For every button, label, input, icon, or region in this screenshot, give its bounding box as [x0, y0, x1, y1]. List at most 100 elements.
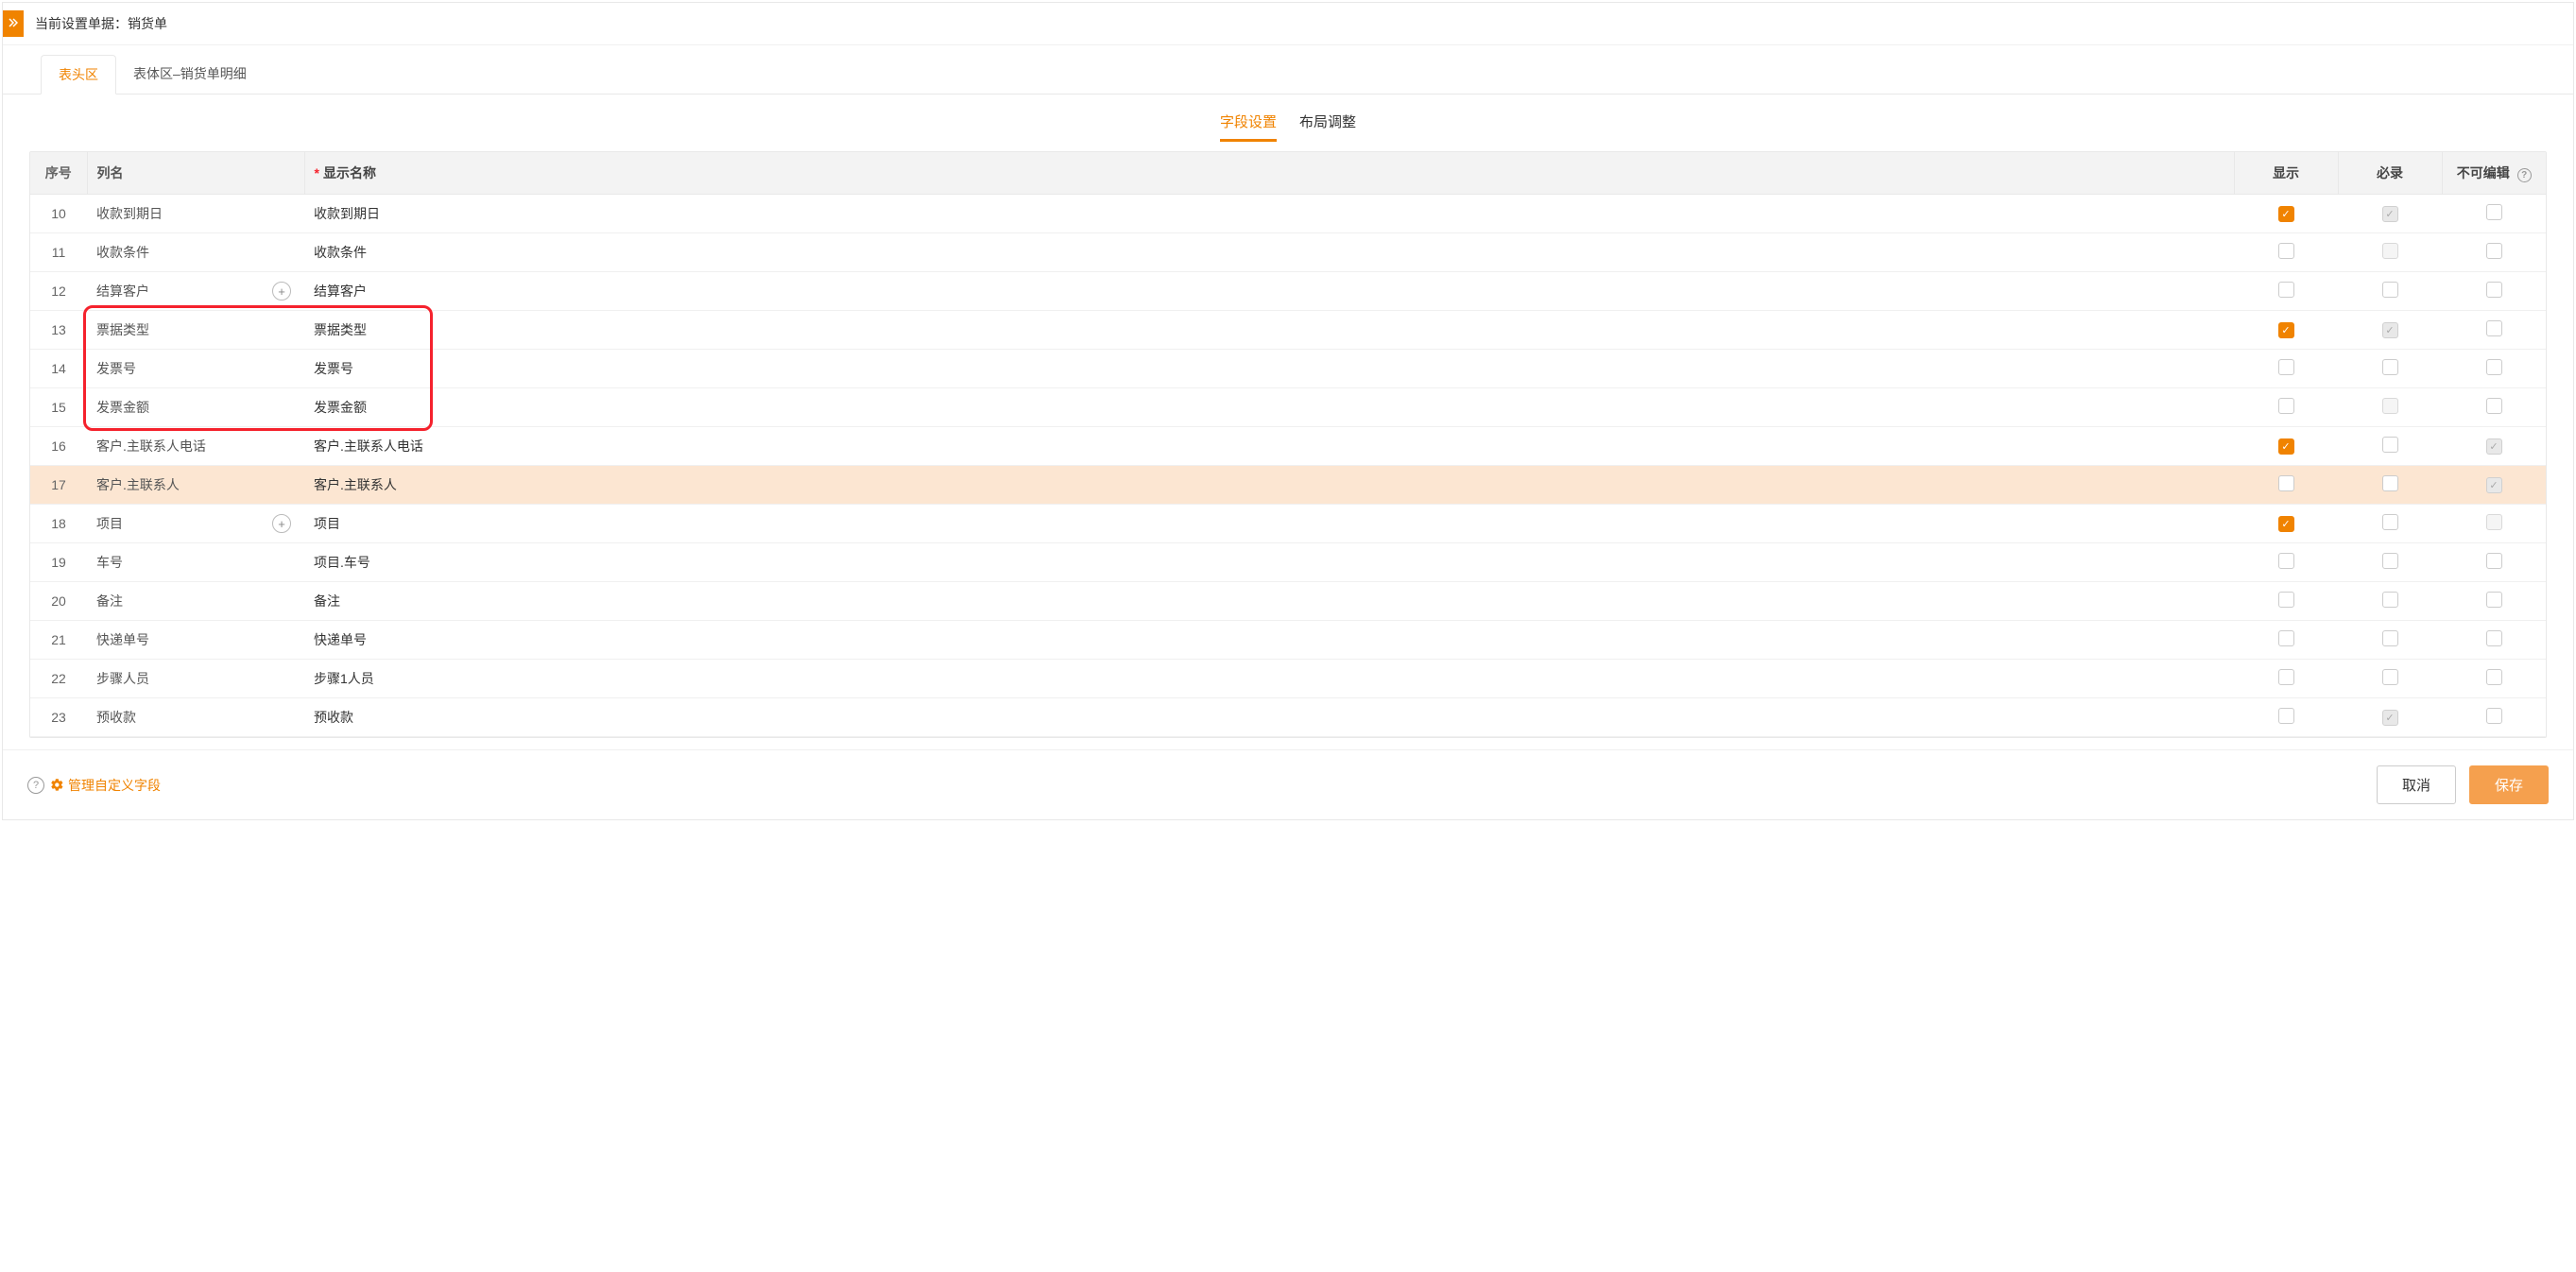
checkbox-readonly[interactable] — [2486, 592, 2502, 608]
checkbox-show[interactable] — [2278, 475, 2294, 491]
expand-toggle-button[interactable] — [3, 10, 24, 37]
checkbox-required[interactable] — [2382, 437, 2398, 453]
table-row: 18项目+项目✓ — [30, 505, 2546, 543]
checkbox-required[interactable] — [2382, 630, 2398, 646]
checkbox-show[interactable] — [2278, 708, 2294, 724]
checkbox-show[interactable]: ✓ — [2278, 516, 2294, 532]
checkbox-show[interactable]: ✓ — [2278, 322, 2294, 338]
checkbox-readonly[interactable] — [2486, 630, 2502, 646]
page-title: 当前设置单据：销货单 — [35, 14, 167, 33]
cell-required — [2338, 582, 2442, 621]
cell-readonly — [2442, 195, 2546, 233]
table-row: 17客户.主联系人客户.主联系人✓ — [30, 466, 2546, 505]
cell-readonly — [2442, 582, 2546, 621]
checkbox-show[interactable]: ✓ — [2278, 438, 2294, 455]
chevron-right-icon — [9, 17, 18, 30]
checkbox-readonly[interactable] — [2486, 204, 2502, 220]
add-child-button[interactable]: + — [272, 514, 291, 533]
manage-custom-fields-link[interactable]: 管理自定义字段 — [50, 776, 161, 795]
row-seq: 19 — [30, 543, 87, 582]
cell-readonly — [2442, 621, 2546, 660]
th-display-name: *显示名称 — [304, 152, 2234, 195]
checkbox-required[interactable] — [2382, 669, 2398, 685]
table-row: 12结算客户+结算客户 — [30, 272, 2546, 311]
sub-tab-0[interactable]: 字段设置 — [1220, 112, 1277, 142]
row-display-name[interactable]: 快递单号 — [304, 621, 2234, 660]
checkbox-readonly[interactable] — [2486, 669, 2502, 685]
help-icon[interactable]: ? — [2517, 168, 2532, 182]
cell-readonly — [2442, 388, 2546, 427]
top-tab-1[interactable]: 表体区–销货单明细 — [116, 55, 264, 95]
row-display-name[interactable]: 预收款 — [304, 698, 2234, 737]
checkbox-required[interactable] — [2382, 592, 2398, 608]
row-display-name[interactable]: 客户.主联系人 — [304, 466, 2234, 505]
checkbox-readonly: ✓ — [2486, 477, 2502, 493]
checkbox-required[interactable] — [2382, 359, 2398, 375]
checkbox-readonly[interactable] — [2486, 243, 2502, 259]
row-seq: 21 — [30, 621, 87, 660]
row-seq: 11 — [30, 233, 87, 272]
cell-show: ✓ — [2234, 427, 2338, 466]
cell-required — [2338, 660, 2442, 698]
checkbox-show[interactable] — [2278, 553, 2294, 569]
row-display-name[interactable]: 收款到期日 — [304, 195, 2234, 233]
cell-show — [2234, 698, 2338, 737]
row-column-name: 客户.主联系人 — [87, 466, 304, 505]
checkbox-show[interactable] — [2278, 592, 2294, 608]
cell-required — [2338, 233, 2442, 272]
row-column-name: 车号 — [87, 543, 304, 582]
checkbox-required[interactable] — [2382, 514, 2398, 530]
checkbox-show[interactable]: ✓ — [2278, 206, 2294, 222]
checkbox-show[interactable] — [2278, 398, 2294, 414]
checkbox-required: ✓ — [2382, 206, 2398, 222]
row-display-name[interactable]: 步骤1人员 — [304, 660, 2234, 698]
checkbox-required[interactable] — [2382, 282, 2398, 298]
row-seq: 12 — [30, 272, 87, 311]
add-child-button[interactable]: + — [272, 282, 291, 301]
table-row: 22步骤人员步骤1人员 — [30, 660, 2546, 698]
question-icon[interactable]: ? — [27, 777, 44, 794]
row-seq: 15 — [30, 388, 87, 427]
row-display-name[interactable]: 发票号 — [304, 350, 2234, 388]
checkbox-required[interactable] — [2382, 475, 2398, 491]
header-bar: 当前设置单据：销货单 — [3, 3, 2573, 45]
row-display-name[interactable]: 项目 — [304, 505, 2234, 543]
table-row: 19车号项目.车号 — [30, 543, 2546, 582]
sub-tabs: 字段设置布局调整 — [3, 95, 2573, 151]
row-column-name: 快递单号 — [87, 621, 304, 660]
checkbox-readonly[interactable] — [2486, 398, 2502, 414]
th-show: 显示 — [2234, 152, 2338, 195]
cancel-button[interactable]: 取消 — [2377, 765, 2456, 804]
table-row: 11收款条件收款条件 — [30, 233, 2546, 272]
checkbox-show[interactable] — [2278, 669, 2294, 685]
row-display-name[interactable]: 备注 — [304, 582, 2234, 621]
top-tab-0[interactable]: 表头区 — [41, 55, 116, 95]
checkbox-readonly[interactable] — [2486, 553, 2502, 569]
row-display-name[interactable]: 结算客户 — [304, 272, 2234, 311]
row-display-name[interactable]: 项目.车号 — [304, 543, 2234, 582]
cell-show — [2234, 621, 2338, 660]
checkbox-readonly[interactable] — [2486, 708, 2502, 724]
table-row: 14发票号发票号 — [30, 350, 2546, 388]
checkbox-required[interactable] — [2382, 553, 2398, 569]
row-display-name[interactable]: 收款条件 — [304, 233, 2234, 272]
cell-show — [2234, 543, 2338, 582]
checkbox-show[interactable] — [2278, 630, 2294, 646]
checkbox-readonly[interactable] — [2486, 320, 2502, 336]
gear-icon — [50, 778, 64, 792]
row-display-name[interactable]: 发票金额 — [304, 388, 2234, 427]
save-button[interactable]: 保存 — [2469, 765, 2549, 804]
row-seq: 18 — [30, 505, 87, 543]
table-row: 13票据类型票据类型✓✓ — [30, 311, 2546, 350]
row-display-name[interactable]: 票据类型 — [304, 311, 2234, 350]
top-tabs: 表头区表体区–销货单明细 — [3, 55, 2573, 95]
checkbox-readonly[interactable] — [2486, 359, 2502, 375]
checkbox-show[interactable] — [2278, 359, 2294, 375]
sub-tab-1[interactable]: 布局调整 — [1299, 112, 1356, 142]
row-display-name[interactable]: 客户.主联系人电话 — [304, 427, 2234, 466]
checkbox-readonly[interactable] — [2486, 282, 2502, 298]
cell-required: ✓ — [2338, 195, 2442, 233]
checkbox-show[interactable] — [2278, 243, 2294, 259]
checkbox-show[interactable] — [2278, 282, 2294, 298]
cell-readonly — [2442, 272, 2546, 311]
